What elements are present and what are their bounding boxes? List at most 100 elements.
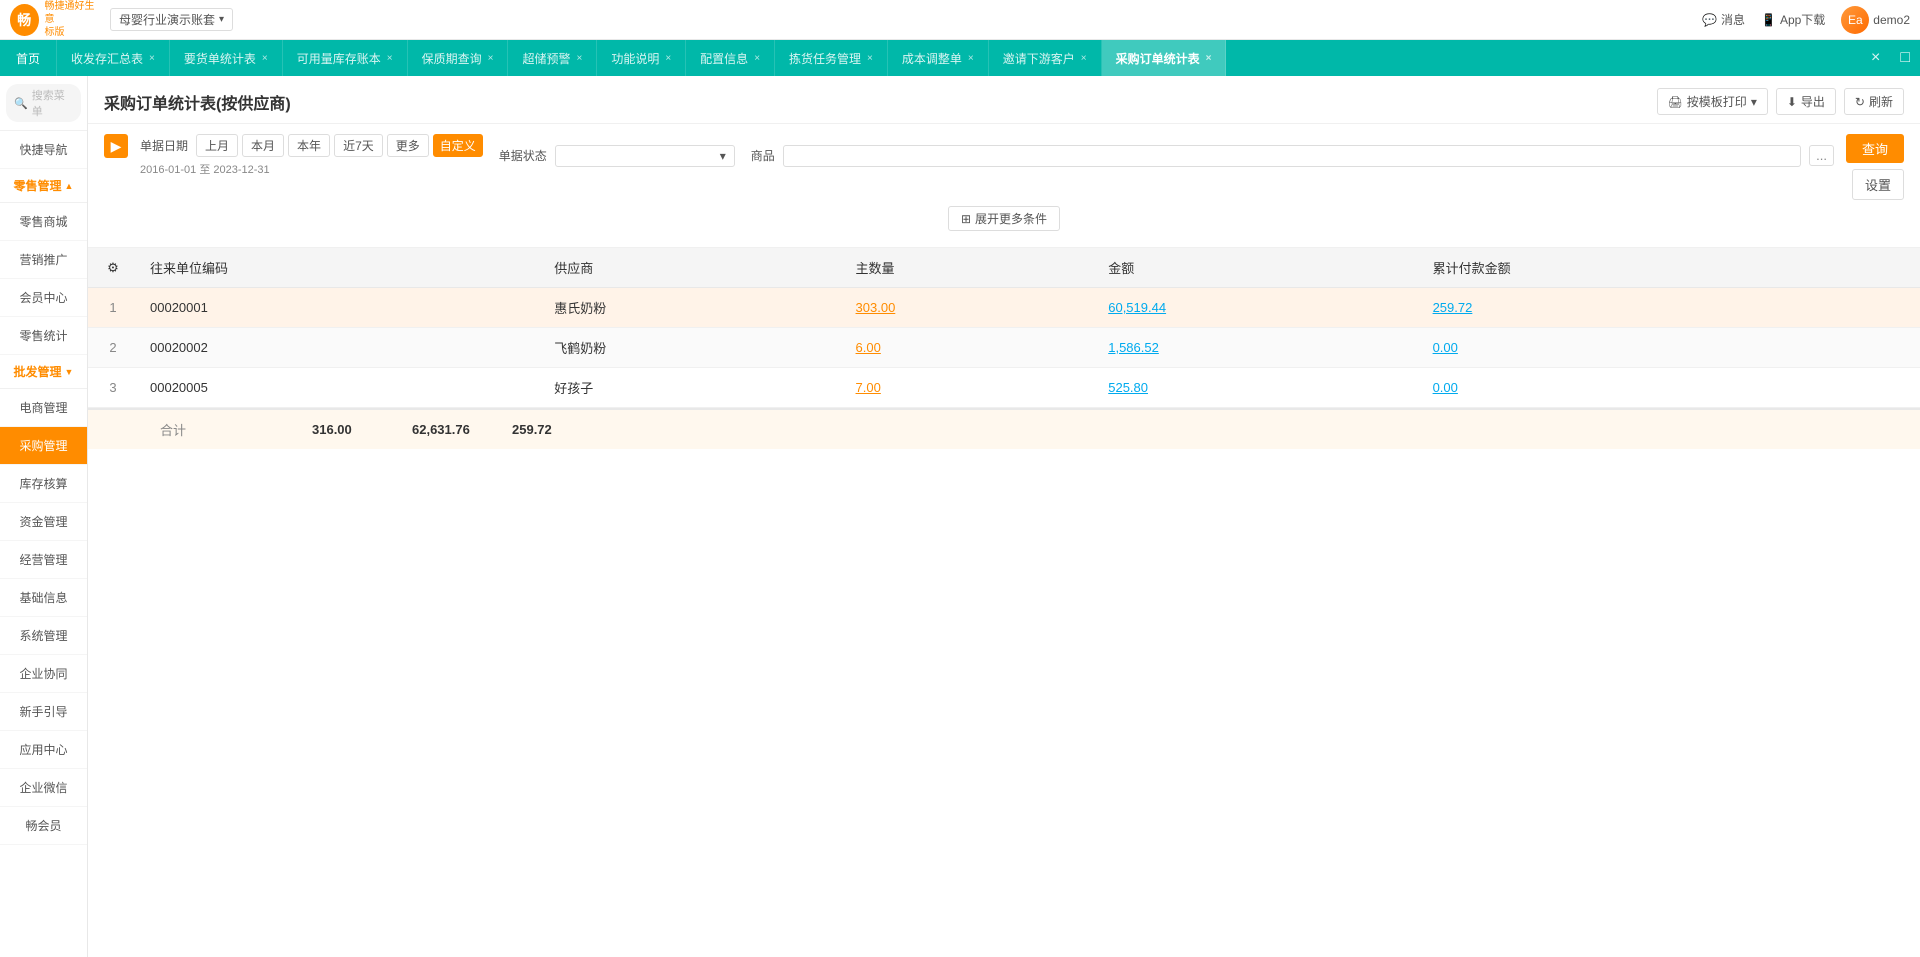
tab-shoufacun[interactable]: 收发存汇总表 × [57, 40, 170, 76]
nav-end: × □ [1861, 49, 1920, 67]
footer-amount: 62,631.76 [400, 422, 500, 437]
print-icon: 🖨 [1668, 95, 1683, 109]
data-table: ⚙ 往来单位编码 供应商 主数量 金额 累计付款金额 1 [88, 248, 1920, 408]
row-qty[interactable]: 303.00 [844, 288, 1097, 328]
close-icon[interactable]: × [387, 53, 393, 64]
close-icon[interactable]: × [576, 53, 582, 64]
top-bar: 畅 畅捷通好生意标版 母婴行业演示账套 ▾ 💬 消息 📱 App下载 Ea de… [0, 0, 1920, 40]
sidebar-item-purchase[interactable]: 采购管理 [0, 427, 87, 465]
tab-chaochu[interactable]: 超储预警 × [508, 40, 597, 76]
content-area: 采购订单统计表(按供应商) 🖨 按模板打印 ▾ ⬇ 导出 ↻ 刷新 [88, 76, 1920, 957]
footer-qty: 316.00 [300, 422, 400, 437]
footer-label: 合计 [100, 420, 300, 439]
expand-window-btn[interactable]: □ [1890, 49, 1920, 67]
sidebar-item-collab[interactable]: 企业协同 [0, 655, 87, 693]
refresh-button[interactable]: ↻ 刷新 [1844, 88, 1904, 115]
sidebar-item-appcenter[interactable]: 应用中心 [0, 731, 87, 769]
print-button[interactable]: 🖨 按模板打印 ▾ [1657, 88, 1768, 115]
status-select[interactable]: ▾ [555, 145, 735, 167]
sidebar-item-marketing[interactable]: 营销推广 [0, 241, 87, 279]
tab-gongneng[interactable]: 功能说明 × [597, 40, 686, 76]
date-btn-this-month[interactable]: 本月 [242, 134, 284, 157]
sidebar: 🔍 搜索菜单 快捷导航 零售管理 ▲ 零售商城 营销推广 会员中心 零售统计 批… [0, 76, 88, 957]
filter-date-buttons: 上月 本月 本年 近7天 更多 自定义 [196, 134, 483, 157]
date-btn-more[interactable]: 更多 [387, 134, 429, 157]
close-icon[interactable]: × [262, 53, 268, 64]
chevron-down-icon: ▾ [219, 14, 224, 25]
tab-baoxian[interactable]: 保质期查询 × [408, 40, 509, 76]
row-code: 00020002 [138, 328, 542, 368]
status-label: 单据状态 [499, 147, 547, 164]
sidebar-item-retail-shop[interactable]: 零售商城 [0, 203, 87, 241]
close-icon[interactable]: × [968, 53, 974, 64]
gear-icon[interactable]: ⚙ [107, 260, 119, 275]
sidebar-item-finance[interactable]: 资金管理 [0, 503, 87, 541]
avatar: Ea [1841, 6, 1869, 34]
row-paid[interactable]: 259.72 [1421, 288, 1825, 328]
tab-chengben[interactable]: 成本调整单 × [888, 40, 989, 76]
sidebar-item-quicknav[interactable]: 快捷导航 [0, 131, 87, 169]
sidebar-item-wechat[interactable]: 企业微信 [0, 769, 87, 807]
tab-yaohuo[interactable]: 要货单统计表 × [170, 40, 283, 76]
filter-section: ▶ 单据日期 上月 本月 本年 [104, 134, 1904, 200]
sidebar-item-inventory[interactable]: 库存核算 [0, 465, 87, 503]
goods-more-btn[interactable]: ... [1809, 145, 1834, 166]
main-layout: 🔍 搜索菜单 快捷导航 零售管理 ▲ 零售商城 营销推广 会员中心 零售统计 批… [0, 76, 1920, 957]
sidebar-section-batch[interactable]: 批发管理 ▼ [0, 355, 87, 389]
row-amount[interactable]: 60,519.44 [1096, 288, 1420, 328]
expand-more-btn[interactable]: ⊞ 展开更多条件 [948, 206, 1060, 231]
date-btn-last-month[interactable]: 上月 [196, 134, 238, 157]
sidebar-item-newguide[interactable]: 新手引导 [0, 693, 87, 731]
tab-yaoqing[interactable]: 邀请下游客户 × [989, 40, 1102, 76]
close-icon[interactable]: × [754, 53, 760, 64]
footer-paid: 259.72 [500, 422, 600, 437]
tab-keyong[interactable]: 可用量库存账本 × [283, 40, 408, 76]
user-avatar-area[interactable]: Ea demo2 [1841, 6, 1910, 34]
sidebar-item-member[interactable]: 会员中心 [0, 279, 87, 317]
row-paid[interactable]: 0.00 [1421, 368, 1825, 408]
tab-peizhi[interactable]: 配置信息 × [686, 40, 775, 76]
app-download-btn[interactable]: 📱 App下载 [1761, 11, 1825, 28]
tab-home[interactable]: 首页 [0, 40, 57, 76]
page-container: 采购订单统计表(按供应商) 🖨 按模板打印 ▾ ⬇ 导出 ↻ 刷新 [88, 76, 1920, 957]
search-icon: 🔍 [14, 97, 28, 110]
row-amount[interactable]: 1,586.52 [1096, 328, 1420, 368]
row-paid[interactable]: 0.00 [1421, 328, 1825, 368]
sidebar-section-retail[interactable]: 零售管理 ▲ [0, 169, 87, 203]
sidebar-item-member2[interactable]: 畅会员 [0, 807, 87, 845]
logo-icon: 畅 [10, 4, 39, 36]
filter-row1: 单据日期 上月 本月 本年 近7天 更多 自定义 [140, 134, 1834, 177]
sidebar-item-system[interactable]: 系统管理 [0, 617, 87, 655]
message-btn[interactable]: 💬 消息 [1702, 11, 1745, 28]
sidebar-item-basic[interactable]: 基础信息 [0, 579, 87, 617]
close-icon[interactable]: × [665, 53, 671, 64]
row-supplier: 飞鹤奶粉 [542, 328, 843, 368]
tab-caigou[interactable]: 采购订单统计表 × [1102, 40, 1227, 76]
tab-tuohuo[interactable]: 拣货任务管理 × [775, 40, 888, 76]
export-button[interactable]: ⬇ 导出 [1776, 88, 1836, 115]
store-select[interactable]: 母婴行业演示账套 ▾ [110, 8, 233, 31]
settings-button[interactable]: 设置 [1852, 169, 1904, 200]
goods-input[interactable] [783, 145, 1801, 167]
close-icon[interactable]: × [867, 53, 873, 64]
chevron-down-icon: ▾ [1751, 95, 1757, 109]
sidebar-item-retail-stat[interactable]: 零售统计 [0, 317, 87, 355]
row-amount[interactable]: 525.80 [1096, 368, 1420, 408]
query-button[interactable]: 查询 [1846, 134, 1904, 163]
sidebar-search-box[interactable]: 🔍 搜索菜单 [6, 84, 81, 122]
filter-status-group: 单据状态 ▾ [499, 145, 735, 167]
close-window-btn[interactable]: × [1861, 49, 1890, 67]
close-icon[interactable]: × [1206, 53, 1212, 64]
close-icon[interactable]: × [1081, 53, 1087, 64]
sidebar-item-operation[interactable]: 经营管理 [0, 541, 87, 579]
date-btn-custom[interactable]: 自定义 [433, 134, 483, 157]
row-qty[interactable]: 6.00 [844, 328, 1097, 368]
close-icon[interactable]: × [149, 53, 155, 64]
sidebar-item-ecommerce[interactable]: 电商管理 [0, 389, 87, 427]
filter-toggle-btn[interactable]: ▶ [104, 134, 128, 158]
date-btn-this-year[interactable]: 本年 [288, 134, 330, 157]
close-icon[interactable]: × [488, 53, 494, 64]
footer-values: 316.00 62,631.76 259.72 [300, 422, 1908, 437]
date-btn-7days[interactable]: 近7天 [334, 134, 383, 157]
row-qty[interactable]: 7.00 [844, 368, 1097, 408]
